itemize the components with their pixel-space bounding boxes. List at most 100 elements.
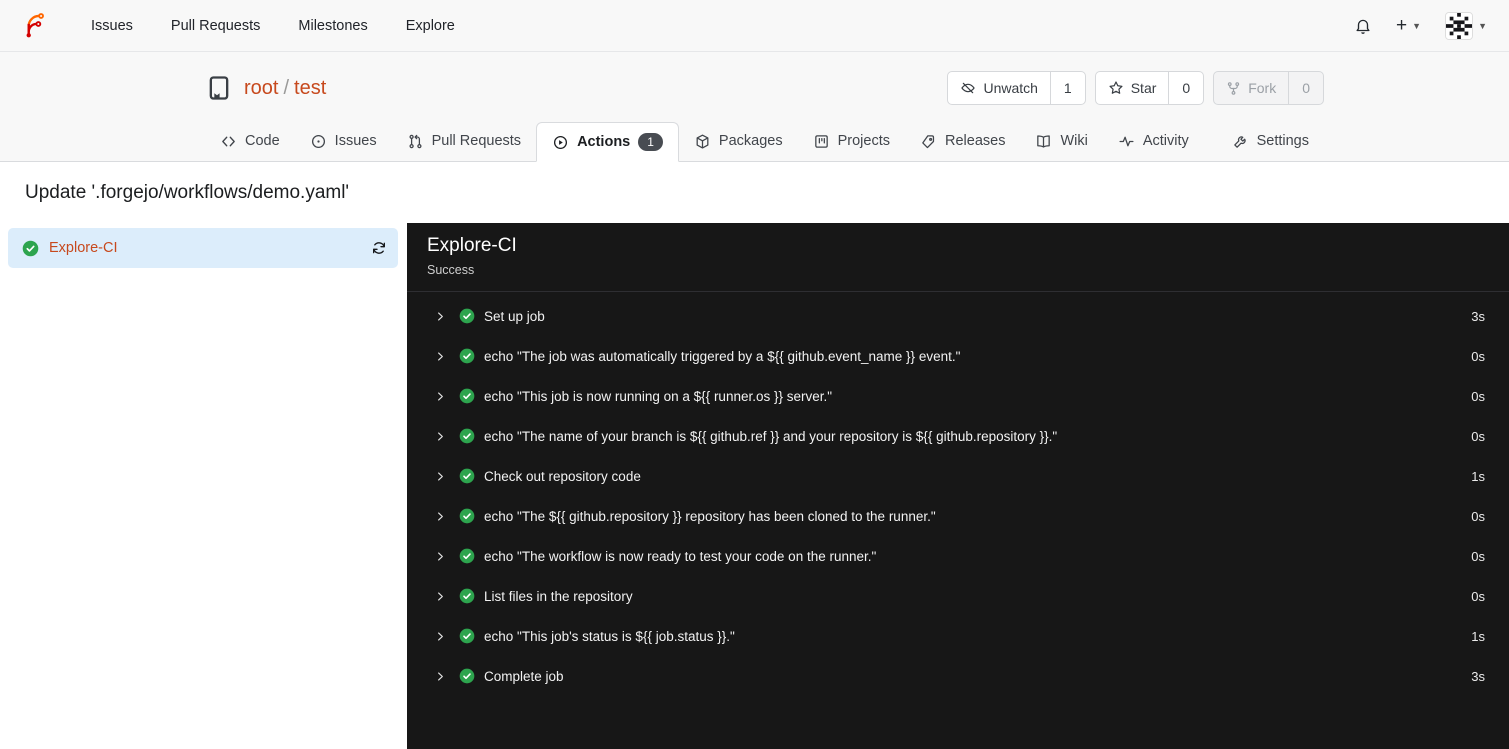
tab-pull-requests[interactable]: Pull Requests (392, 121, 536, 161)
step-label: echo "The job was automatically triggere… (484, 348, 961, 364)
step-label: echo "This job is now running on a ${{ r… (484, 388, 833, 404)
tab-wiki[interactable]: Wiki (1020, 121, 1102, 161)
steps-list: Set up job 3s echo "The job was automati… (407, 292, 1509, 696)
step-row[interactable]: echo "The job was automatically triggere… (407, 336, 1509, 376)
job-name: Explore-CI (49, 240, 118, 256)
success-check-icon (459, 388, 475, 404)
fork-count: 0 (1288, 72, 1323, 104)
step-duration: 3s (1471, 668, 1485, 684)
run-job-title: Explore-CI (427, 235, 517, 256)
chevron-right-icon (435, 631, 446, 642)
chevron-down-icon: ▼ (1478, 20, 1487, 31)
watch-count[interactable]: 1 (1049, 72, 1085, 104)
repo-breadcrumb: root / test (244, 77, 326, 100)
step-row[interactable]: echo "This job is now running on a ${{ r… (407, 376, 1509, 416)
star-count[interactable]: 0 (1168, 72, 1203, 104)
chevron-right-icon (435, 431, 446, 442)
repo-name-link[interactable]: test (294, 77, 326, 99)
tab-code[interactable]: Code (205, 121, 295, 161)
success-check-icon (22, 240, 39, 256)
step-duration: 0s (1471, 588, 1485, 604)
project-board-icon (814, 134, 828, 148)
eye-slash-icon (961, 82, 976, 94)
play-circle-icon (554, 135, 568, 149)
breadcrumb-separator: / (283, 76, 290, 99)
unwatch-button[interactable]: Unwatch 1 (947, 71, 1086, 105)
create-new-button[interactable]: + ▼ (1396, 16, 1421, 35)
step-duration: 3s (1471, 308, 1485, 324)
fork-icon (1228, 81, 1240, 95)
code-icon (222, 136, 235, 146)
step-row[interactable]: echo "This job's status is ${{ job.statu… (407, 616, 1509, 656)
repo-action-buttons: Unwatch 1 Star 0 Fork 0 (947, 71, 1324, 105)
step-row[interactable]: List files in the repository 0s (407, 576, 1509, 616)
tab-issues[interactable]: Issues (295, 121, 392, 161)
top-navbar: Issues Pull Requests Milestones Explore … (0, 0, 1509, 52)
navbar-link[interactable]: Milestones (279, 0, 386, 52)
step-row[interactable]: echo "The name of your branch is ${{ git… (407, 416, 1509, 456)
step-duration: 0s (1471, 508, 1485, 524)
navbar-link[interactable]: Explore (387, 0, 474, 52)
step-label: echo "The workflow is now ready to test … (484, 548, 877, 564)
chevron-right-icon (435, 591, 446, 602)
success-check-icon (459, 348, 475, 364)
success-check-icon (459, 588, 475, 604)
tab-settings[interactable]: Settings (1217, 121, 1324, 161)
chevron-right-icon (435, 391, 446, 402)
navbar-link[interactable]: Issues (72, 0, 152, 52)
repo-tabs: Code Issues Pull Requests Actions 1 Pack… (205, 121, 1324, 162)
chevron-right-icon (435, 471, 446, 482)
package-icon (696, 133, 709, 149)
step-duration: 1s (1471, 468, 1485, 484)
step-label: echo "This job's status is ${{ job.statu… (484, 628, 735, 644)
step-duration: 1s (1471, 628, 1485, 644)
step-row[interactable]: Check out repository code 1s (407, 456, 1509, 496)
navbar-right: + ▼ ▼ (1354, 11, 1487, 40)
step-duration: 0s (1471, 428, 1485, 444)
star-button[interactable]: Star 0 (1094, 71, 1205, 105)
chevron-right-icon (435, 671, 446, 682)
run-header: Explore-CI Success (407, 223, 1509, 292)
navbar-links: Issues Pull Requests Milestones Explore (72, 0, 474, 52)
step-row[interactable]: Complete job 3s (407, 656, 1509, 696)
repo-title-group: root / test (205, 74, 326, 102)
tab-actions[interactable]: Actions 1 (536, 122, 679, 162)
step-row[interactable]: echo "The workflow is now ready to test … (407, 536, 1509, 576)
tab-releases[interactable]: Releases (905, 121, 1020, 161)
chevron-right-icon (435, 311, 446, 322)
step-row[interactable]: Set up job 3s (407, 296, 1509, 336)
plus-icon: + (1396, 15, 1408, 36)
forgejo-logo[interactable] (22, 12, 48, 39)
actions-count-badge: 1 (638, 132, 663, 152)
pull-request-icon (409, 134, 422, 148)
user-menu-button[interactable]: ▼ (1445, 11, 1487, 40)
chevron-right-icon (435, 551, 446, 562)
jobs-sidebar: Explore-CI (0, 223, 407, 749)
issue-icon (311, 134, 325, 148)
notifications-button[interactable] (1354, 17, 1372, 35)
tab-projects[interactable]: Projects (798, 121, 905, 161)
tab-packages[interactable]: Packages (679, 121, 798, 161)
page-title: Update '.forgejo/workflows/demo.yaml' (25, 181, 350, 203)
step-label: echo "The ${{ github.repository }} repos… (484, 508, 936, 524)
job-list-item[interactable]: Explore-CI (8, 228, 398, 268)
navbar-link[interactable]: Pull Requests (152, 0, 279, 52)
step-label: Check out repository code (484, 468, 641, 484)
run-status-text: Success (427, 263, 475, 277)
success-check-icon (459, 668, 475, 684)
step-label: echo "The name of your branch is ${{ git… (484, 428, 1058, 444)
run-log-panel: Explore-CI Success Set up job 3s echo "T… (407, 223, 1509, 749)
book-icon (1037, 134, 1051, 148)
repo-owner-link[interactable]: root (244, 77, 278, 99)
success-check-icon (459, 468, 475, 484)
rerun-job-button[interactable] (371, 240, 387, 256)
chevron-right-icon (435, 511, 446, 522)
step-duration: 0s (1471, 548, 1485, 564)
success-check-icon (459, 508, 475, 524)
run-view: Explore-CI Explore-CI Success Set up job… (0, 223, 1509, 749)
chevron-right-icon (435, 351, 446, 362)
step-row[interactable]: echo "The ${{ github.repository }} repos… (407, 496, 1509, 536)
pulse-icon (1119, 136, 1134, 146)
tab-activity[interactable]: Activity (1103, 121, 1204, 161)
success-check-icon (459, 428, 475, 444)
